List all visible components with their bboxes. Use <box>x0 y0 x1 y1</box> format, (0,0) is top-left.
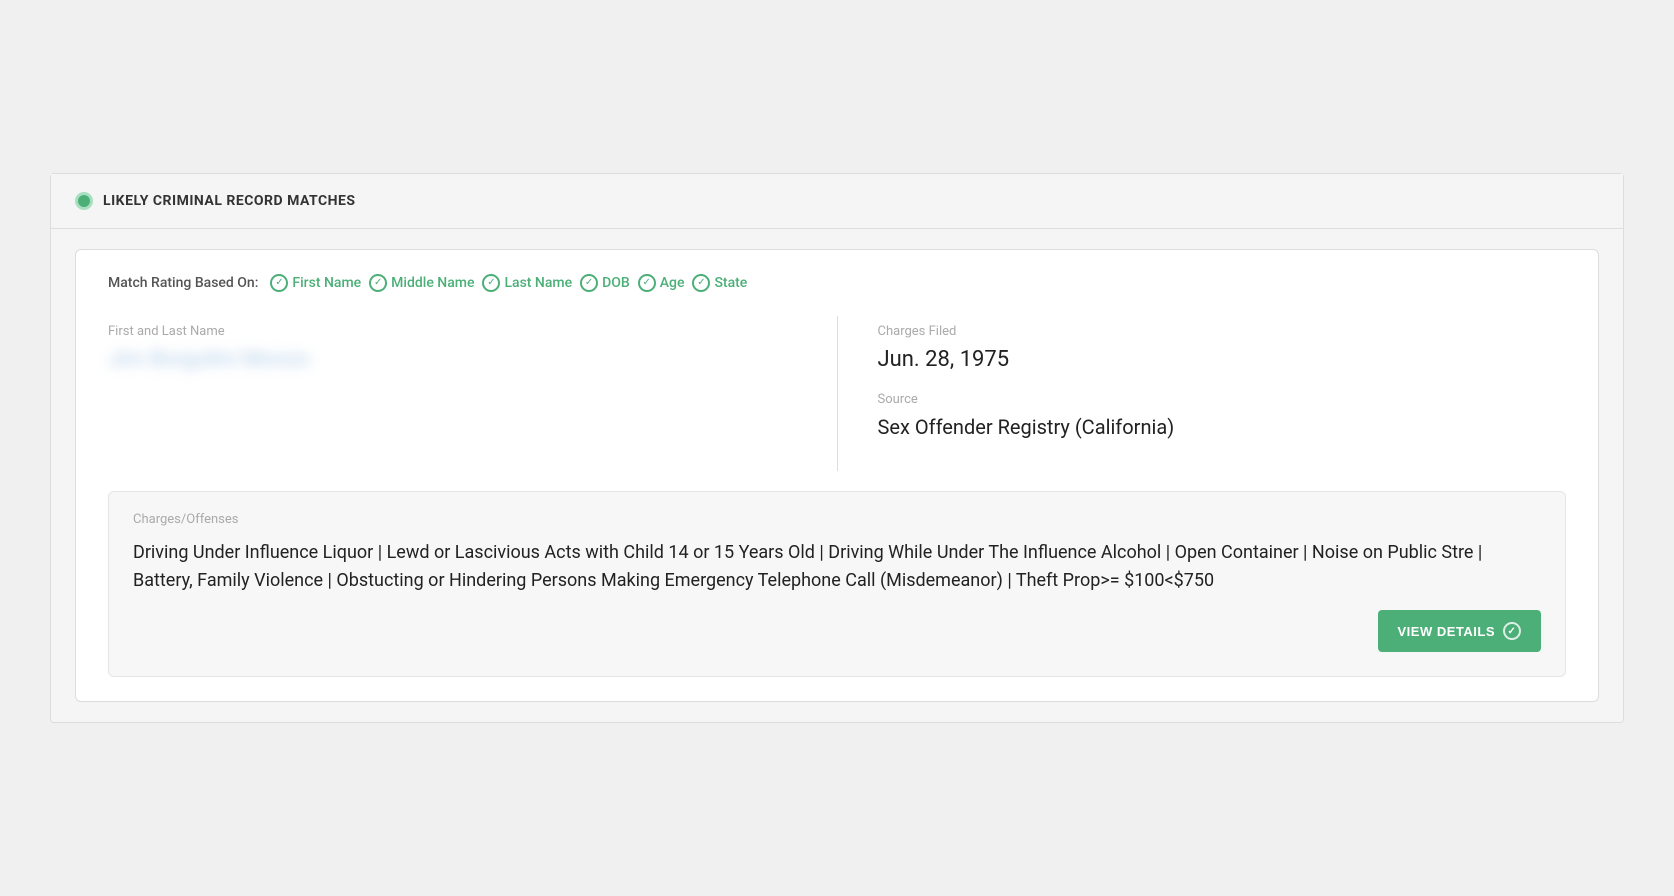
record-card: Match Rating Based On: ✓ First Name ✓ Mi… <box>75 249 1599 703</box>
charges-pane: Charges Filed Jun. 28, 1975 Source Sex O… <box>838 316 1567 471</box>
name-field-label: First and Last Name <box>108 324 797 339</box>
charges-filed-value: Jun. 28, 1975 <box>878 347 1567 372</box>
check-icon-middle-name: ✓ <box>369 274 387 292</box>
check-icon-last-name: ✓ <box>482 274 500 292</box>
offenses-text: Driving Under Influence Liquor | Lewd or… <box>133 539 1541 595</box>
source-label: Source <box>878 392 1567 407</box>
main-container: LIKELY CRIMINAL RECORD MATCHES Match Rat… <box>50 173 1624 724</box>
view-details-button[interactable]: VIEW DETAILS ✓ <box>1378 610 1541 652</box>
match-label-middle-name: Middle Name <box>391 275 474 291</box>
offenses-box: Charges/Offenses Driving Under Influence… <box>108 491 1566 678</box>
match-badge-state: ✓ State <box>692 274 747 292</box>
match-label-age: Age <box>660 275 685 291</box>
details-row: First and Last Name Jim Borgolini Monzo … <box>108 316 1566 471</box>
section-header: LIKELY CRIMINAL RECORD MATCHES <box>51 174 1623 229</box>
check-icon-age: ✓ <box>638 274 656 292</box>
view-details-check-icon: ✓ <box>1503 622 1521 640</box>
match-badge-last-name: ✓ Last Name <box>482 274 572 292</box>
section-title: LIKELY CRIMINAL RECORD MATCHES <box>103 193 356 209</box>
name-pane: First and Last Name Jim Borgolini Monzo <box>108 316 838 471</box>
check-icon-first-name: ✓ <box>270 274 288 292</box>
check-icon-dob: ✓ <box>580 274 598 292</box>
match-badge-first-name: ✓ First Name <box>270 274 361 292</box>
source-value: Sex Offender Registry (California) <box>878 415 1567 439</box>
name-field-value: Jim Borgolini Monzo <box>108 347 310 372</box>
match-badge-middle-name: ✓ Middle Name <box>369 274 474 292</box>
charges-filed-label: Charges Filed <box>878 324 1567 339</box>
match-badge-age: ✓ Age <box>638 274 685 292</box>
match-label-last-name: Last Name <box>504 275 572 291</box>
check-icon-state: ✓ <box>692 274 710 292</box>
match-label-dob: DOB <box>602 275 630 291</box>
match-rating-label: Match Rating Based On: <box>108 275 258 291</box>
match-rating-row: Match Rating Based On: ✓ First Name ✓ Mi… <box>108 274 1566 292</box>
match-label-state: State <box>714 275 747 291</box>
match-badge-dob: ✓ DOB <box>580 274 630 292</box>
view-details-label: VIEW DETAILS <box>1398 624 1495 639</box>
status-dot <box>75 192 93 210</box>
match-label-first-name: First Name <box>292 275 361 291</box>
offenses-label: Charges/Offenses <box>133 512 1541 527</box>
